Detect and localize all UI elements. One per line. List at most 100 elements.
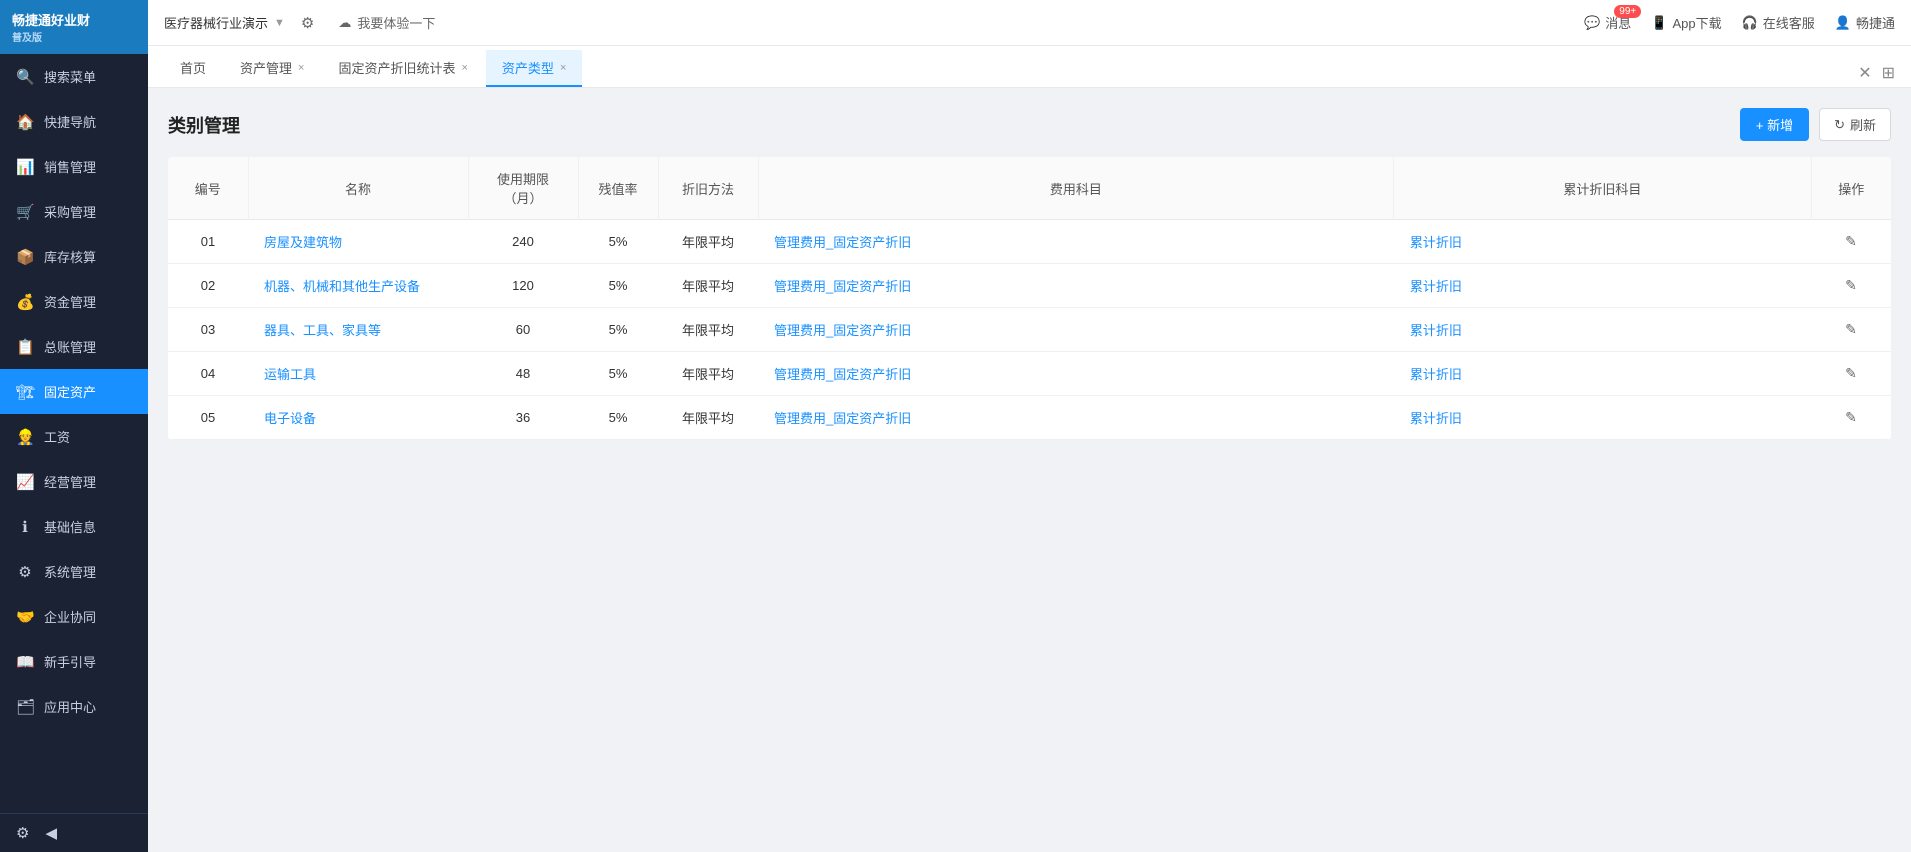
cell-residual-3: 5%	[578, 352, 658, 396]
page-title: 类别管理	[168, 112, 240, 138]
data-table-wrap: 编号 名称 使用期限（月） 残值率 折旧方法 费用科目 累计折旧科目 操作 01…	[168, 157, 1891, 440]
topbar-customer-service[interactable]: 🎧 在线客服	[1742, 13, 1815, 32]
sidebar-label-basic-info: 基础信息	[44, 517, 96, 536]
sidebar-label-system: 系统管理	[44, 562, 96, 581]
table-row: 01 房屋及建筑物 240 5% 年限平均 管理费用_固定资产折旧 累计折旧 ✎	[168, 220, 1891, 264]
refresh-label: 刷新	[1850, 115, 1876, 134]
cell-expense-2: 管理费用_固定资产折旧	[758, 308, 1394, 352]
sidebar-item-nav[interactable]: 🏠 快捷导航	[0, 99, 148, 144]
app-download-icon: 📱	[1651, 15, 1667, 31]
sidebar-label-fixed-assets: 固定资产	[44, 382, 96, 401]
tab-depreciation-stats-label: 固定资产折旧统计表	[338, 58, 455, 77]
customer-service-label: 在线客服	[1763, 13, 1815, 32]
topbar-gear-icon[interactable]: ⚙	[297, 10, 318, 36]
project-selector[interactable]: 医疗器械行业演示 ▼	[164, 13, 285, 32]
cell-acc-dep-3: 累计折旧	[1394, 352, 1811, 396]
search-icon: 🔍	[16, 68, 34, 86]
refresh-button[interactable]: ↻ 刷新	[1819, 108, 1891, 141]
sidebar-logo: 畅捷通好业财 普及版	[0, 0, 148, 54]
table-row: 03 器具、工具、家具等 60 5% 年限平均 管理费用_固定资产折旧 累计折旧…	[168, 308, 1891, 352]
cell-op-3: ✎	[1811, 352, 1891, 396]
sidebar-item-purchase[interactable]: 🛒 采购管理	[0, 189, 148, 234]
new-button[interactable]: + 新增	[1740, 108, 1809, 141]
data-table: 编号 名称 使用期限（月） 残值率 折旧方法 费用科目 累计折旧科目 操作 01…	[168, 157, 1891, 440]
sidebar-label-guide: 新手引导	[44, 652, 96, 671]
cell-acc-dep-4: 累计折旧	[1394, 396, 1811, 440]
edit-icon-1[interactable]: ✎	[1845, 277, 1857, 293]
sidebar-item-basic-info[interactable]: ℹ 基础信息	[0, 504, 148, 549]
cell-residual-4: 5%	[578, 396, 658, 440]
user-label: 畅捷通	[1856, 13, 1895, 32]
col-header-acc-dep: 累计折旧科目	[1394, 157, 1811, 220]
cell-period-4: 36	[468, 396, 578, 440]
fixed-assets-icon: 🏗	[16, 383, 34, 401]
sidebar-item-inventory[interactable]: 📦 库存核算	[0, 234, 148, 279]
edit-icon-3[interactable]: ✎	[1845, 365, 1857, 381]
cell-name-2: 器具、工具、家具等	[248, 308, 468, 352]
cell-expense-4: 管理费用_固定资产折旧	[758, 396, 1394, 440]
cell-residual-1: 5%	[578, 264, 658, 308]
basic-info-icon: ℹ	[16, 518, 34, 536]
sidebar-item-guide[interactable]: 📖 新手引导	[0, 639, 148, 684]
sidebar-label-purchase: 采购管理	[44, 202, 96, 221]
sidebar-label-cooperation: 企业协同	[44, 607, 96, 626]
edit-icon-4[interactable]: ✎	[1845, 409, 1857, 425]
cell-no-0: 01	[168, 220, 248, 264]
sidebar-label-search: 搜索菜单	[44, 67, 96, 86]
tab-home[interactable]: 首页	[164, 50, 222, 87]
main-area: 医疗器械行业演示 ▼ ⚙ ☁ 我要体验一下 💬 消息 99+ 📱 App下载 🎧…	[148, 0, 1911, 852]
tab-depreciation-stats[interactable]: 固定资产折旧统计表 ×	[322, 50, 483, 87]
cell-name-3: 运输工具	[248, 352, 468, 396]
inventory-icon: 📦	[16, 248, 34, 266]
col-header-residual: 残值率	[578, 157, 658, 220]
sidebar-item-sales[interactable]: 📊 销售管理	[0, 144, 148, 189]
edit-icon-2[interactable]: ✎	[1845, 321, 1857, 337]
operation-icon: 📈	[16, 473, 34, 491]
sidebar-item-ledger[interactable]: 📋 总账管理	[0, 324, 148, 369]
tab-expand-icon[interactable]: ⊞	[1882, 63, 1895, 83]
sales-icon: 📊	[16, 158, 34, 176]
cloud-icon: ☁	[338, 15, 351, 31]
sidebar-label-nav: 快捷导航	[44, 112, 96, 131]
cell-acc-dep-2: 累计折旧	[1394, 308, 1811, 352]
tab-close-all-icon[interactable]: ✕	[1858, 63, 1871, 83]
app-name: 畅捷通好业财	[12, 10, 90, 29]
topbar-tip[interactable]: ☁ 我要体验一下	[338, 13, 435, 32]
sidebar-item-system[interactable]: ⚙ 系统管理	[0, 549, 148, 594]
cell-name-1: 机器、机械和其他生产设备	[248, 264, 468, 308]
cell-no-4: 05	[168, 396, 248, 440]
sidebar-item-operation[interactable]: 📈 经营管理	[0, 459, 148, 504]
project-name: 医疗器械行业演示	[164, 13, 268, 32]
tab-asset-mgmt[interactable]: 资产管理 ×	[224, 50, 320, 87]
sidebar-item-app-center[interactable]: 🗂 应用中心	[0, 684, 148, 729]
refresh-icon: ↻	[1834, 117, 1845, 133]
sidebar-item-search[interactable]: 🔍 搜索菜单	[0, 54, 148, 99]
tab-asset-type[interactable]: 资产类型 ×	[486, 50, 582, 87]
sidebar-item-fund[interactable]: 💰 资金管理	[0, 279, 148, 324]
topbar-app-download[interactable]: 📱 App下载	[1651, 13, 1721, 32]
sidebar-item-cooperation[interactable]: 🤝 企业协同	[0, 594, 148, 639]
footer-collapse-icon[interactable]: ◀	[45, 824, 57, 842]
cell-acc-dep-1: 累计折旧	[1394, 264, 1811, 308]
cell-op-4: ✎	[1811, 396, 1891, 440]
topbar-message[interactable]: 💬 消息 99+	[1584, 13, 1631, 32]
tab-asset-type-close[interactable]: ×	[560, 62, 566, 74]
cell-name-0: 房屋及建筑物	[248, 220, 468, 264]
sidebar-label-operation: 经营管理	[44, 472, 96, 491]
sidebar-item-salary[interactable]: 👷 工资	[0, 414, 148, 459]
sidebar-item-fixed-assets[interactable]: 🏗 固定资产	[0, 369, 148, 414]
col-header-period: 使用期限（月）	[468, 157, 578, 220]
edit-icon-0[interactable]: ✎	[1845, 233, 1857, 249]
content-area: 类别管理 + 新增 ↻ 刷新 编号 名称 使用期限（月） 残值率 折旧方法	[148, 88, 1911, 852]
tab-asset-mgmt-close[interactable]: ×	[298, 62, 304, 74]
col-header-name: 名称	[248, 157, 468, 220]
cell-name-4: 电子设备	[248, 396, 468, 440]
cell-no-2: 03	[168, 308, 248, 352]
table-row: 02 机器、机械和其他生产设备 120 5% 年限平均 管理费用_固定资产折旧 …	[168, 264, 1891, 308]
purchase-icon: 🛒	[16, 203, 34, 221]
footer-settings-icon[interactable]: ⚙	[16, 824, 29, 842]
tab-depreciation-stats-close[interactable]: ×	[461, 62, 467, 74]
sidebar-label-fund: 资金管理	[44, 292, 96, 311]
tabbar: 首页 资产管理 × 固定资产折旧统计表 × 资产类型 × ✕ ⊞	[148, 46, 1911, 88]
topbar-user[interactable]: 👤 畅捷通	[1835, 13, 1895, 32]
